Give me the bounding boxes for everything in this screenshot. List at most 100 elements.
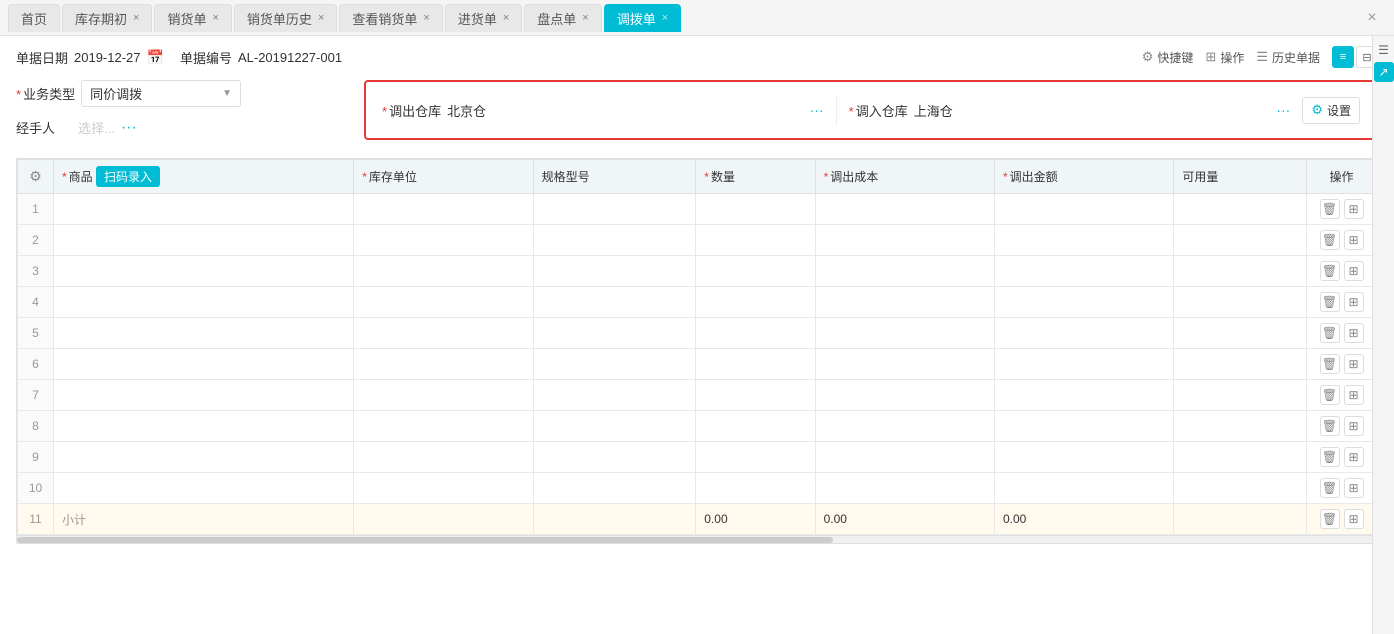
tab-view-sales-close[interactable]: × — [423, 13, 429, 24]
row-copy-btn[interactable]: ⊞ — [1344, 478, 1364, 498]
cell-unit[interactable] — [354, 256, 533, 287]
settings-button[interactable]: ⚙ 设置 — [1302, 97, 1360, 124]
cell-product[interactable] — [54, 194, 354, 225]
window-close-button[interactable]: × — [1358, 4, 1386, 32]
cell-spec[interactable] — [533, 473, 696, 504]
cell-cost[interactable] — [815, 225, 994, 256]
cell-cost[interactable] — [815, 349, 994, 380]
tab-view-sales[interactable]: 查看销货单 × — [339, 4, 442, 32]
tab-transfer-order-close[interactable]: × — [662, 13, 668, 24]
cell-unit[interactable] — [354, 318, 533, 349]
subtotal-delete-btn[interactable]: 🗑 — [1320, 509, 1340, 529]
cell-amount[interactable] — [994, 225, 1173, 256]
cell-amount[interactable] — [994, 256, 1173, 287]
operation-action[interactable]: ⊞ 操作 — [1205, 49, 1244, 66]
cell-unit[interactable] — [354, 287, 533, 318]
cell-qty[interactable] — [696, 256, 815, 287]
cell-qty[interactable] — [696, 194, 815, 225]
cell-qty[interactable] — [696, 349, 815, 380]
cell-cost[interactable] — [815, 287, 994, 318]
scan-barcode-button[interactable]: 扫码录入 — [96, 166, 160, 187]
cell-qty[interactable] — [696, 411, 815, 442]
row-delete-btn[interactable]: 🗑 — [1320, 478, 1340, 498]
biz-type-select[interactable]: 同价调拨 ▼ — [81, 80, 241, 107]
cell-qty[interactable] — [696, 473, 815, 504]
cell-amount[interactable] — [994, 380, 1173, 411]
sidebar-list-icon[interactable]: ☰ — [1374, 40, 1394, 60]
cell-qty[interactable] — [696, 380, 815, 411]
scrollbar-area[interactable] — [17, 535, 1377, 543]
cell-product[interactable] — [54, 442, 354, 473]
row-copy-btn[interactable]: ⊞ — [1344, 385, 1364, 405]
row-delete-btn[interactable]: 🗑 — [1320, 385, 1340, 405]
tab-home[interactable]: 首页 — [8, 4, 60, 32]
tab-transfer-order[interactable]: 调拨单 × — [604, 4, 681, 32]
cell-spec[interactable] — [533, 287, 696, 318]
cell-unit[interactable] — [354, 194, 533, 225]
person-select[interactable]: 选择... — [78, 115, 115, 140]
person-more-icon[interactable]: ··· — [121, 119, 137, 137]
tab-inventory-check-close[interactable]: × — [582, 13, 588, 24]
tab-sales-history[interactable]: 销货单历史 × — [234, 4, 337, 32]
row-delete-btn[interactable]: 🗑 — [1320, 230, 1340, 250]
row-delete-btn[interactable]: 🗑 — [1320, 292, 1340, 312]
layout-list-btn[interactable]: ≡ — [1332, 46, 1354, 68]
row-copy-btn[interactable]: ⊞ — [1344, 230, 1364, 250]
cell-unit[interactable] — [354, 411, 533, 442]
cell-product[interactable] — [54, 411, 354, 442]
cell-qty[interactable] — [696, 225, 815, 256]
cell-spec[interactable] — [533, 225, 696, 256]
row-delete-btn[interactable]: 🗑 — [1320, 447, 1340, 467]
cell-unit[interactable] — [354, 380, 533, 411]
cell-cost[interactable] — [815, 380, 994, 411]
tab-purchase-order[interactable]: 进货单 × — [445, 4, 522, 32]
history-action[interactable]: ☰ 历史单据 — [1256, 49, 1320, 66]
tab-inventory-init-close[interactable]: × — [133, 13, 139, 24]
row-copy-btn[interactable]: ⊞ — [1344, 323, 1364, 343]
row-delete-btn[interactable]: 🗑 — [1320, 323, 1340, 343]
cell-cost[interactable] — [815, 442, 994, 473]
cell-amount[interactable] — [994, 411, 1173, 442]
row-copy-btn[interactable]: ⊞ — [1344, 354, 1364, 374]
cell-spec[interactable] — [533, 442, 696, 473]
cell-product[interactable] — [54, 380, 354, 411]
tab-purchase-order-close[interactable]: × — [503, 13, 509, 24]
cell-product[interactable] — [54, 287, 354, 318]
tab-sales-history-close[interactable]: × — [318, 13, 324, 24]
cell-amount[interactable] — [994, 318, 1173, 349]
cell-product[interactable] — [54, 473, 354, 504]
cell-unit[interactable] — [354, 473, 533, 504]
cell-spec[interactable] — [533, 411, 696, 442]
cell-unit[interactable] — [354, 442, 533, 473]
transfer-in-wh-more[interactable]: ··· — [1276, 102, 1290, 118]
cell-unit[interactable] — [354, 349, 533, 380]
row-copy-btn[interactable]: ⊞ — [1344, 261, 1364, 281]
tab-sales-order-close[interactable]: × — [212, 13, 218, 24]
cell-product[interactable] — [54, 318, 354, 349]
cell-spec[interactable] — [533, 380, 696, 411]
row-copy-btn[interactable]: ⊞ — [1344, 447, 1364, 467]
cell-cost[interactable] — [815, 411, 994, 442]
tab-inventory-check[interactable]: 盘点单 × — [524, 4, 601, 32]
cell-qty[interactable] — [696, 287, 815, 318]
cell-cost[interactable] — [815, 473, 994, 504]
subtotal-copy-btn[interactable]: ⊞ — [1344, 509, 1364, 529]
cell-product[interactable] — [54, 225, 354, 256]
row-delete-btn[interactable]: 🗑 — [1320, 416, 1340, 436]
calendar-icon[interactable]: 📅 — [147, 49, 164, 66]
tab-inventory-init[interactable]: 库存期初 × — [62, 4, 152, 32]
cell-cost[interactable] — [815, 256, 994, 287]
cell-product[interactable] — [54, 256, 354, 287]
cell-qty[interactable] — [696, 442, 815, 473]
cell-qty[interactable] — [696, 318, 815, 349]
sidebar-export-icon[interactable]: ↗ — [1374, 62, 1394, 82]
cell-spec[interactable] — [533, 194, 696, 225]
row-delete-btn[interactable]: 🗑 — [1320, 261, 1340, 281]
row-copy-btn[interactable]: ⊞ — [1344, 199, 1364, 219]
cell-amount[interactable] — [994, 442, 1173, 473]
tab-sales-order[interactable]: 销货单 × — [154, 4, 231, 32]
cell-product[interactable] — [54, 349, 354, 380]
cell-amount[interactable] — [994, 349, 1173, 380]
row-delete-btn[interactable]: 🗑 — [1320, 354, 1340, 374]
cell-amount[interactable] — [994, 287, 1173, 318]
